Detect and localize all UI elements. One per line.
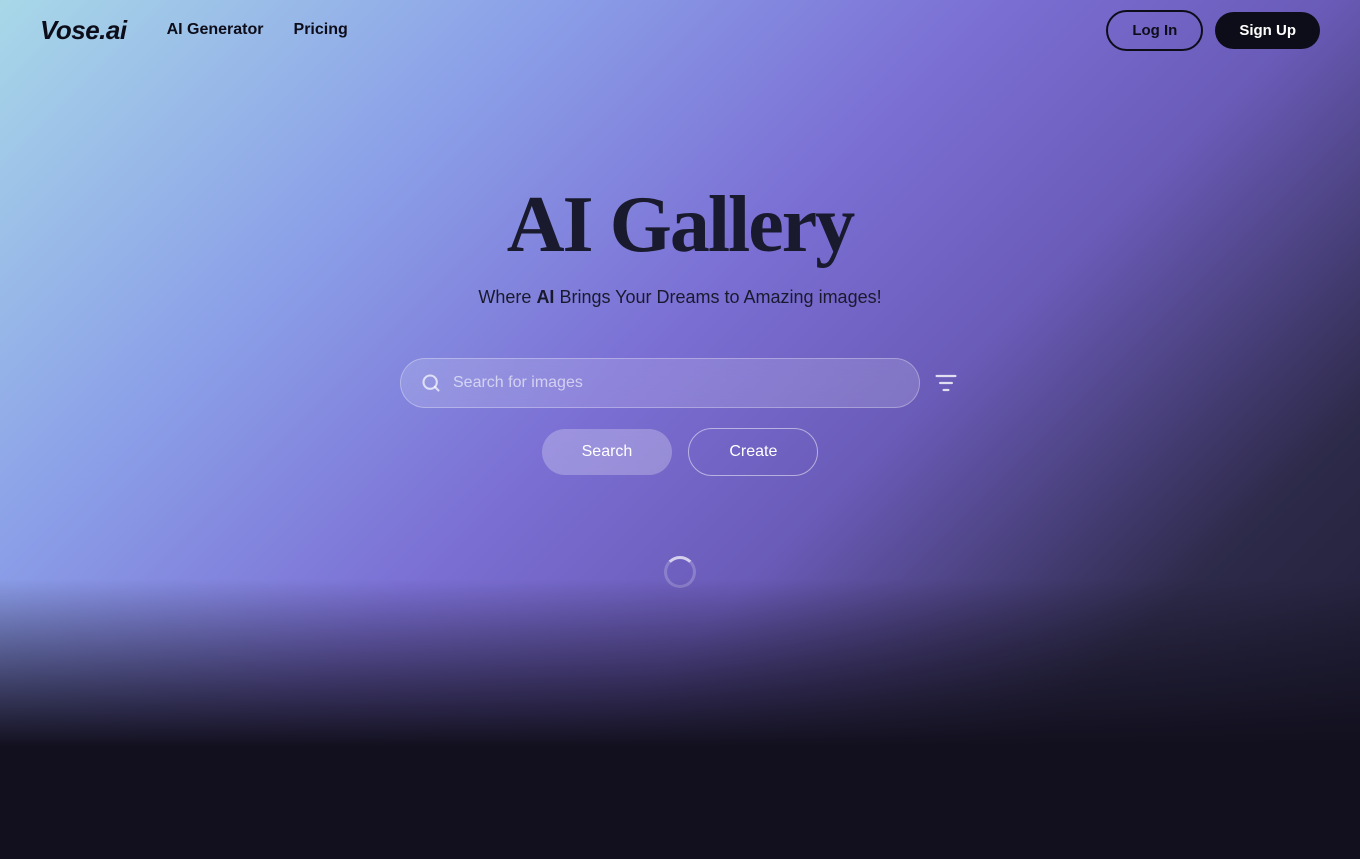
bottom-overlay [0,579,1360,859]
nav-pricing[interactable]: Pricing [294,21,348,39]
login-button[interactable]: Log In [1106,10,1203,51]
nav-left: Vose.ai AI Generator Pricing [40,15,348,46]
nav-right: Log In Sign Up [1106,10,1320,51]
hero-subtitle: Where AI Brings Your Dreams to Amazing i… [478,287,881,308]
hero-subtitle-prefix: Where [478,287,536,307]
hero-subtitle-suffix: Brings Your Dreams to Amazing images! [554,287,881,307]
search-input[interactable] [453,374,899,392]
search-button[interactable]: Search [542,429,673,475]
nav-links: AI Generator Pricing [167,21,348,39]
search-container [400,358,960,408]
hero-section: AI Gallery Where AI Brings Your Dreams t… [0,60,1360,588]
filter-icon[interactable] [932,369,960,397]
hero-subtitle-bold: AI [536,287,554,307]
search-bar [400,358,920,408]
buttons-row: Search Create [542,428,819,476]
search-icon [421,373,441,393]
signup-button[interactable]: Sign Up [1215,12,1320,49]
navbar: Vose.ai AI Generator Pricing Log In Sign… [0,0,1360,60]
nav-ai-generator[interactable]: AI Generator [167,21,264,39]
logo[interactable]: Vose.ai [40,15,127,46]
hero-title: AI Gallery [507,180,854,271]
create-button[interactable]: Create [688,428,818,476]
